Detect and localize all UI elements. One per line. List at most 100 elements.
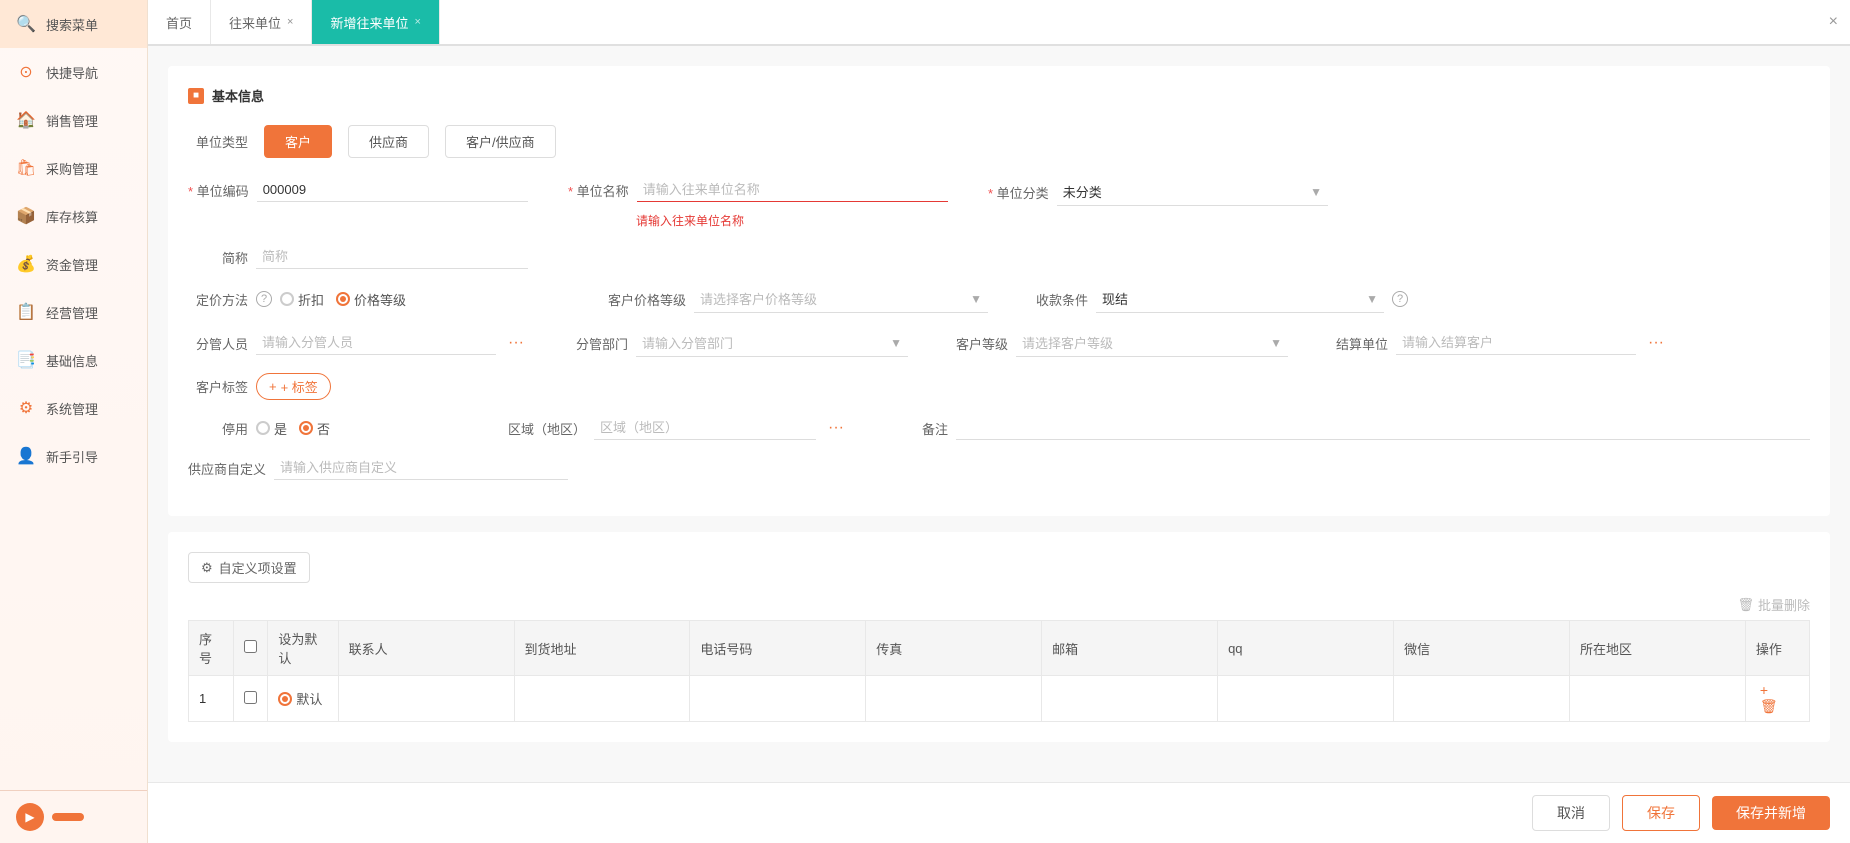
supplier-custom-input[interactable]	[274, 456, 568, 480]
cell-phone[interactable]	[690, 676, 866, 722]
tab-new-partner-close[interactable]: ×	[414, 16, 420, 28]
sidebar-item-search[interactable]: 🔍 搜索菜单	[0, 0, 147, 48]
row-default-radio[interactable]: 默认	[278, 689, 327, 708]
cell-default: 默认	[268, 676, 338, 722]
remarks-input[interactable]	[956, 416, 1810, 440]
region-input[interactable]	[594, 416, 816, 440]
pricing-radio-level[interactable]: 价格等级	[336, 290, 406, 309]
window-close-button[interactable]: ×	[1829, 13, 1838, 31]
contact-input[interactable]	[349, 691, 504, 706]
sidebar-item-finance[interactable]: 💰 资金管理	[0, 240, 147, 288]
payment-terms-select[interactable]: 现结 ▼	[1096, 285, 1384, 313]
customer-level-select[interactable]: 请选择客户等级 ▼	[1016, 329, 1288, 357]
sidebar-label-finance: 资金管理	[46, 255, 98, 274]
settlement-input[interactable]	[1396, 331, 1636, 355]
qq-input[interactable]	[1228, 691, 1383, 706]
manager-more-btn[interactable]: ···	[504, 334, 528, 352]
payment-help-icon[interactable]: ?	[1392, 291, 1408, 307]
disabled-no-label: 否	[317, 419, 330, 438]
manager-input[interactable]	[256, 331, 496, 355]
level-radio-circle	[336, 292, 350, 306]
user-avatar: ▶	[16, 803, 44, 831]
form-row-5: 客户标签 + + 标签	[188, 373, 1810, 400]
cell-email[interactable]	[1042, 676, 1218, 722]
batch-delete-btn[interactable]: 🗑 批量删除	[188, 595, 1810, 614]
select-all-checkbox[interactable]	[244, 640, 257, 653]
sidebar-item-basic[interactable]: 📑 基础信息	[0, 336, 147, 384]
tab-new-partner[interactable]: 新增往来单位 ×	[312, 0, 439, 44]
system-icon: ⚙	[16, 398, 36, 418]
custom-settings-button[interactable]: ⚙ 自定义项设置	[188, 552, 310, 583]
settlement-label: 结算单位	[1328, 334, 1388, 353]
pricing-help-icon[interactable]: ?	[256, 291, 272, 307]
unit-btn-both[interactable]: 客户/供应商	[445, 125, 556, 158]
save-and-new-button[interactable]: 保存并新增	[1712, 796, 1830, 830]
region-table-input[interactable]	[1580, 691, 1735, 706]
yes-radio-circle	[256, 421, 270, 435]
customer-price-select[interactable]: 请选择客户价格等级 ▼	[694, 285, 988, 313]
sidebar-item-operations[interactable]: 📋 经营管理	[0, 288, 147, 336]
payment-terms-label: 收款条件	[1028, 290, 1088, 309]
settlement-field: 结算单位 ···	[1328, 331, 1668, 355]
sales-icon: 🏠	[16, 110, 36, 130]
pricing-radio-discount[interactable]: 折扣	[280, 290, 324, 309]
sidebar-item-sales[interactable]: 🏠 销售管理	[0, 96, 147, 144]
disabled-yes[interactable]: 是	[256, 419, 287, 438]
region-more-btn[interactable]: ···	[824, 419, 848, 437]
sidebar-item-guide[interactable]: 👤 新手引导	[0, 432, 147, 480]
cell-fax[interactable]	[866, 676, 1042, 722]
unit-btn-customer[interactable]: 客户	[264, 125, 332, 158]
supplier-custom-field: 供应商自定义	[188, 456, 568, 480]
address-input[interactable]	[525, 691, 680, 706]
main-content: ■ 基本信息 单位类型 客户 供应商 客户/供应商 单位编码 单位名称	[148, 46, 1850, 782]
wechat-input[interactable]	[1404, 691, 1559, 706]
pricing-discount-label: 折扣	[298, 290, 324, 309]
tab-partners-close[interactable]: ×	[287, 16, 293, 28]
basic-icon: 📑	[16, 350, 36, 370]
unit-name-error: 请输入往来单位名称	[636, 212, 744, 229]
email-input[interactable]	[1052, 691, 1207, 706]
settlement-more-btn[interactable]: ···	[1644, 334, 1668, 352]
cell-checkbox	[234, 676, 268, 722]
department-select[interactable]: 请输入分管部门 ▼	[636, 329, 908, 357]
sidebar-item-quick-nav[interactable]: ⊙ 快捷导航	[0, 48, 147, 96]
sidebar-item-purchase[interactable]: 🛍 采购管理	[0, 144, 147, 192]
department-label: 分管部门	[568, 334, 628, 353]
unit-name-input[interactable]	[637, 178, 948, 202]
tab-new-partner-label: 新增往来单位	[330, 13, 408, 32]
cell-action: + 🗑	[1745, 676, 1809, 722]
unit-category-label: 单位分类	[988, 183, 1049, 202]
short-name-input[interactable]	[256, 245, 528, 269]
sidebar-item-system[interactable]: ⚙ 系统管理	[0, 384, 147, 432]
unit-btn-supplier[interactable]: 供应商	[348, 125, 429, 158]
unit-code-field: 单位编码	[188, 178, 528, 202]
cell-address[interactable]	[514, 676, 690, 722]
th-action: 操作	[1745, 621, 1809, 676]
phone-input[interactable]	[700, 691, 855, 706]
delete-row-btn[interactable]: 🗑	[1756, 696, 1782, 716]
tab-home-label: 首页	[166, 13, 192, 32]
save-button[interactable]: 保存	[1622, 795, 1700, 831]
cell-region[interactable]	[1570, 676, 1746, 722]
custom-settings-label: 自定义项设置	[219, 558, 297, 577]
pricing-field: 定价方法 ? 折扣 价格等级	[188, 290, 568, 309]
home-icon: ⊙	[16, 62, 36, 82]
sidebar-item-inventory[interactable]: 📦 库存核算	[0, 192, 147, 240]
tab-home[interactable]: 首页	[148, 0, 211, 44]
cancel-button[interactable]: 取消	[1532, 795, 1610, 831]
tab-partners[interactable]: 往来单位 ×	[211, 0, 312, 44]
cell-qq[interactable]	[1218, 676, 1394, 722]
cell-contact[interactable]	[338, 676, 514, 722]
customer-level-placeholder: 请选择客户等级	[1022, 333, 1113, 352]
cell-wechat[interactable]	[1394, 676, 1570, 722]
unit-category-chevron: ▼	[1310, 185, 1322, 199]
cell-seq: 1	[189, 676, 234, 722]
th-seq: 序号	[189, 621, 234, 676]
unit-category-select[interactable]: 未分类 ▼	[1057, 178, 1328, 206]
unit-code-input[interactable]	[257, 178, 528, 202]
disabled-no[interactable]: 否	[299, 419, 330, 438]
add-tag-button[interactable]: + + 标签	[256, 373, 331, 400]
fax-input[interactable]	[876, 691, 1031, 706]
row-checkbox[interactable]	[244, 691, 257, 704]
form-row-1: 单位编码 单位名称 请输入往来单位名称 单位分类 未分类 ▼	[188, 178, 1810, 229]
